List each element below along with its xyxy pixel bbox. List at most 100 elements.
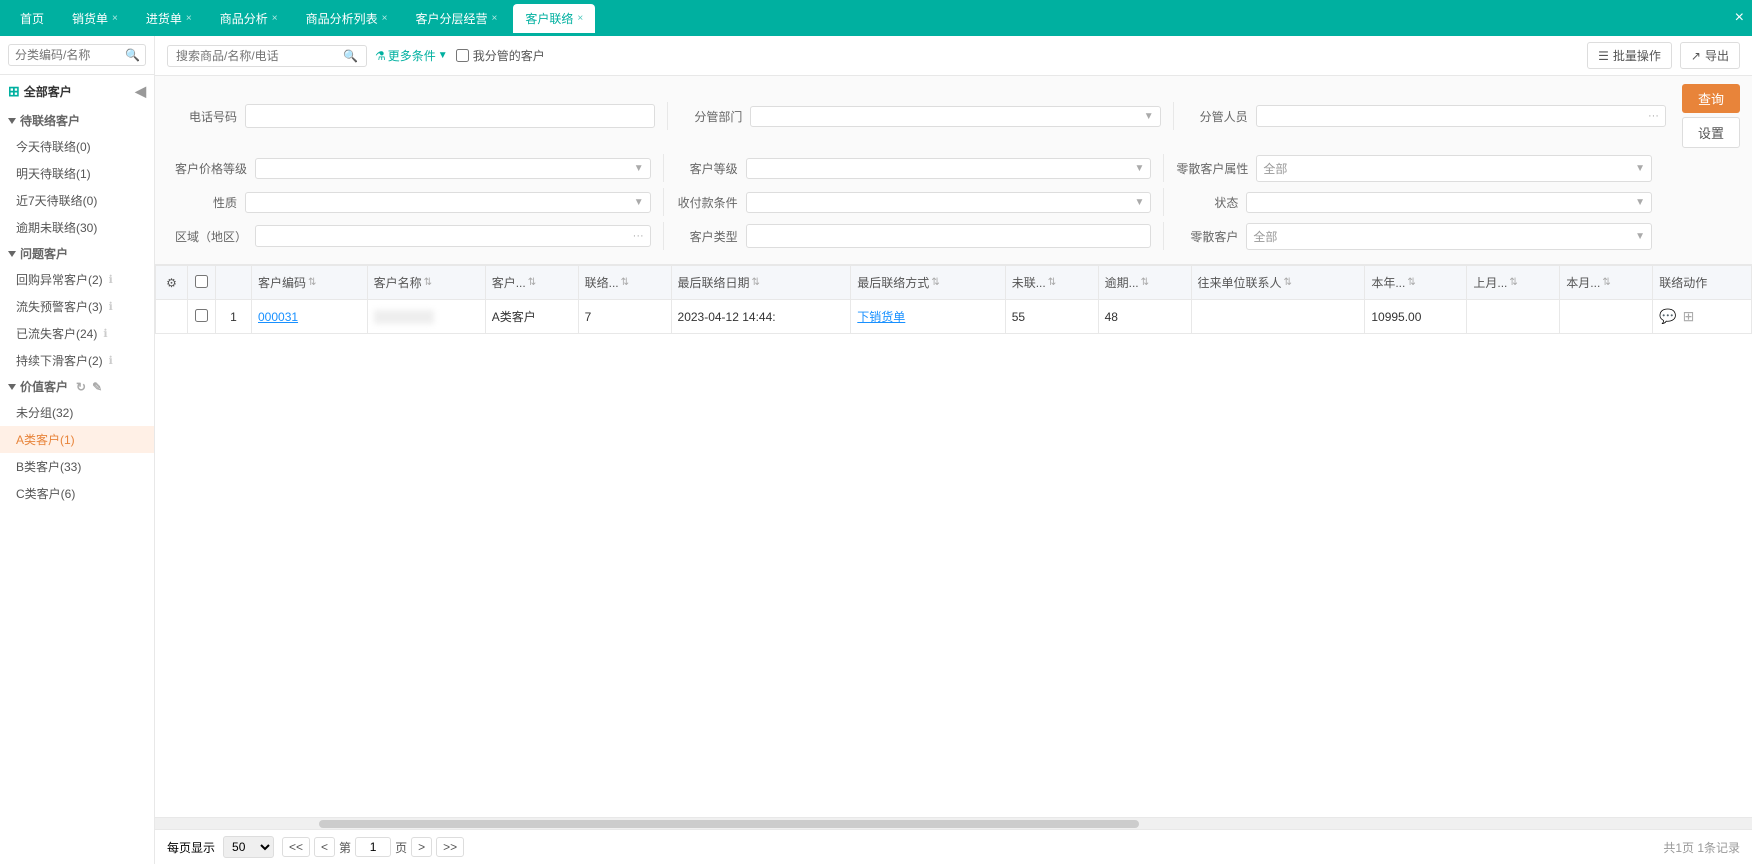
select-manager[interactable]: ··· [1256, 105, 1666, 127]
sidebar-item-7days[interactable]: 近7天待联络(0) [0, 187, 154, 214]
section-pending: 待联络客户 [0, 108, 154, 133]
select-dept[interactable]: ▼ [750, 106, 1160, 127]
settings-button[interactable]: 设置 [1682, 117, 1740, 148]
th-last-month[interactable]: 上月... ⇅ [1467, 266, 1560, 300]
label-payment: 收付款条件 [676, 194, 746, 211]
tab-home[interactable]: 首页 [8, 4, 56, 33]
sort-icon-last-month: ⇅ [1509, 277, 1517, 288]
td-last-method[interactable]: 下销货单 [851, 300, 1005, 334]
filter-search-input[interactable] [176, 49, 343, 63]
filter-row-2: 客户价格等级 ▼ 客户等级 ▼ 零散客户属性 [167, 154, 1740, 182]
close-all-tabs[interactable]: × [1735, 9, 1744, 27]
sidebar-item-unclassified[interactable]: 未分组(32) [0, 399, 154, 426]
th-category[interactable]: 客户... ⇅ [485, 266, 578, 300]
scrollbar-thumb[interactable] [319, 820, 1139, 828]
th-contact[interactable]: 联络... ⇅ [578, 266, 671, 300]
select-nature[interactable]: ▼ [245, 192, 651, 213]
sidebar-all-customers[interactable]: ⊞ 全部客户 ◀ [0, 75, 154, 108]
section-value-toggle[interactable] [8, 384, 16, 390]
chevron-down-status: ▼ [1635, 197, 1645, 208]
sidebar-item-abnormal[interactable]: 回购异常客户(2) ℹ [0, 266, 154, 293]
last-method-link[interactable]: 下销货单 [857, 310, 905, 324]
sidebar-collapse-icon[interactable]: ◀ [135, 83, 146, 100]
th-last-date[interactable]: 最后联络日期 ⇅ [671, 266, 851, 300]
select-price-grade[interactable]: ▼ [255, 158, 651, 179]
th-name[interactable]: 客户名称 ⇅ [367, 266, 485, 300]
sidebar-item-churn-warning[interactable]: 流失预警客户(3) ℹ [0, 293, 154, 320]
section-problem-toggle[interactable] [8, 251, 16, 257]
select-status[interactable]: ▼ [1246, 192, 1652, 213]
sidebar-item-tomorrow[interactable]: 明天待联络(1) [0, 160, 154, 187]
last-page-btn[interactable]: >> [436, 837, 464, 857]
select-payment[interactable]: ▼ [746, 192, 1152, 213]
th-check[interactable] [188, 266, 216, 300]
sidebar-item-overdue[interactable]: 逾期未联络(30) [0, 214, 154, 241]
td-name[interactable]: Ea [367, 300, 485, 334]
select-region[interactable]: ··· [255, 225, 651, 247]
sidebar-item-churned[interactable]: 已流失客户(24) ℹ [0, 320, 154, 347]
label-nature: 性质 [175, 194, 245, 211]
th-overdue[interactable]: 逾期... ⇅ [1098, 266, 1191, 300]
gear-icon[interactable]: ⚙ [166, 276, 177, 290]
export-button[interactable]: ↗ 导出 [1680, 42, 1740, 69]
input-customer-type[interactable] [746, 224, 1152, 248]
td-check[interactable] [188, 300, 216, 334]
section-pending-toggle[interactable] [8, 118, 16, 124]
th-this-month[interactable]: 本月... ⇅ [1560, 266, 1653, 300]
first-page-btn[interactable]: << [282, 837, 310, 857]
refresh-icon[interactable]: ↻ [76, 380, 86, 394]
batch-ops-button[interactable]: ☰ 批量操作 [1587, 42, 1672, 69]
sidebar-item-class-c[interactable]: C类客户(6) [0, 480, 154, 507]
tab-customer-tier[interactable]: 客户分层经营 × [403, 4, 509, 33]
th-this-year[interactable]: 本年... ⇅ [1365, 266, 1467, 300]
table-row: 1 000031 Ea A类客户 7 2023-04-12 14:44: 下销货… [156, 300, 1752, 334]
sidebar-item-class-a[interactable]: A类客户(1) [0, 426, 154, 453]
td-code[interactable]: 000031 [252, 300, 368, 334]
chevron-down-grade: ▼ [1134, 163, 1144, 174]
select-customer-grade[interactable]: ▼ [746, 158, 1152, 179]
prev-page-btn[interactable]: < [314, 837, 335, 857]
sidebar-item-class-b[interactable]: B类客户(33) [0, 453, 154, 480]
select-retail[interactable]: 全部 ▼ [1246, 223, 1652, 250]
td-category: A类客户 [485, 300, 578, 334]
grid-icon[interactable]: ⊞ [1683, 308, 1695, 325]
filter-cell-region: 区域（地区） ··· [167, 225, 659, 247]
message-icon[interactable]: 💬 [1659, 308, 1676, 325]
th-last-method[interactable]: 最后联络方式 ⇅ [851, 266, 1005, 300]
filter-more-btn[interactable]: ⚗ 更多条件 ▼ [375, 47, 448, 64]
sidebar-item-declining[interactable]: 持续下滑客户(2) ℹ [0, 347, 154, 374]
th-gear[interactable]: ⚙ [156, 266, 188, 300]
row-checkbox[interactable] [195, 309, 208, 322]
tab-sales[interactable]: 销货单 × [60, 4, 130, 33]
filter-cell-retail-attr: 零散客户属性 全部 ▼ [1168, 155, 1660, 182]
sort-icon-this-month: ⇅ [1602, 277, 1610, 288]
tab-customer-contact[interactable]: 客户联络 × [513, 4, 595, 33]
th-code[interactable]: 客户编码 ⇅ [252, 266, 368, 300]
th-unit-contact[interactable]: 往来单位联系人 ⇅ [1191, 266, 1365, 300]
page-size-label: 每页显示 [167, 839, 215, 856]
edit-icon[interactable]: ✎ [92, 380, 102, 394]
close-tab-product-analysis[interactable]: × [272, 13, 278, 24]
th-uncontacted[interactable]: 未联... ⇅ [1005, 266, 1098, 300]
tab-product-analysis[interactable]: 商品分析 × [208, 4, 290, 33]
input-phone[interactable] [245, 104, 655, 128]
divider8 [1163, 222, 1164, 250]
select-all-checkbox[interactable] [195, 275, 208, 288]
page-input[interactable] [355, 837, 391, 857]
sidebar-item-today[interactable]: 今天待联络(0) [0, 133, 154, 160]
query-button[interactable]: 查询 [1682, 84, 1740, 113]
close-tab-purchase[interactable]: × [186, 13, 192, 24]
customer-code-link[interactable]: 000031 [258, 310, 298, 324]
close-tab-customer-tier[interactable]: × [491, 13, 497, 24]
horizontal-scrollbar[interactable] [155, 817, 1752, 829]
close-tab-sales[interactable]: × [112, 13, 118, 24]
page-size-select[interactable]: 50 100 200 [223, 836, 274, 858]
tab-product-list[interactable]: 商品分析列表 × [294, 4, 400, 33]
close-tab-customer-contact[interactable]: × [577, 13, 583, 24]
close-tab-product-list[interactable]: × [382, 13, 388, 24]
next-page-btn[interactable]: > [411, 837, 432, 857]
my-customers-checkbox[interactable] [456, 49, 469, 62]
tab-purchase[interactable]: 进货单 × [134, 4, 204, 33]
select-retail-attr[interactable]: 全部 ▼ [1256, 155, 1652, 182]
main-layout: 🔍 ⊞ 全部客户 ◀ 待联络客户 今天待联络(0) 明天待联络(1) 近7天待联… [0, 36, 1752, 864]
